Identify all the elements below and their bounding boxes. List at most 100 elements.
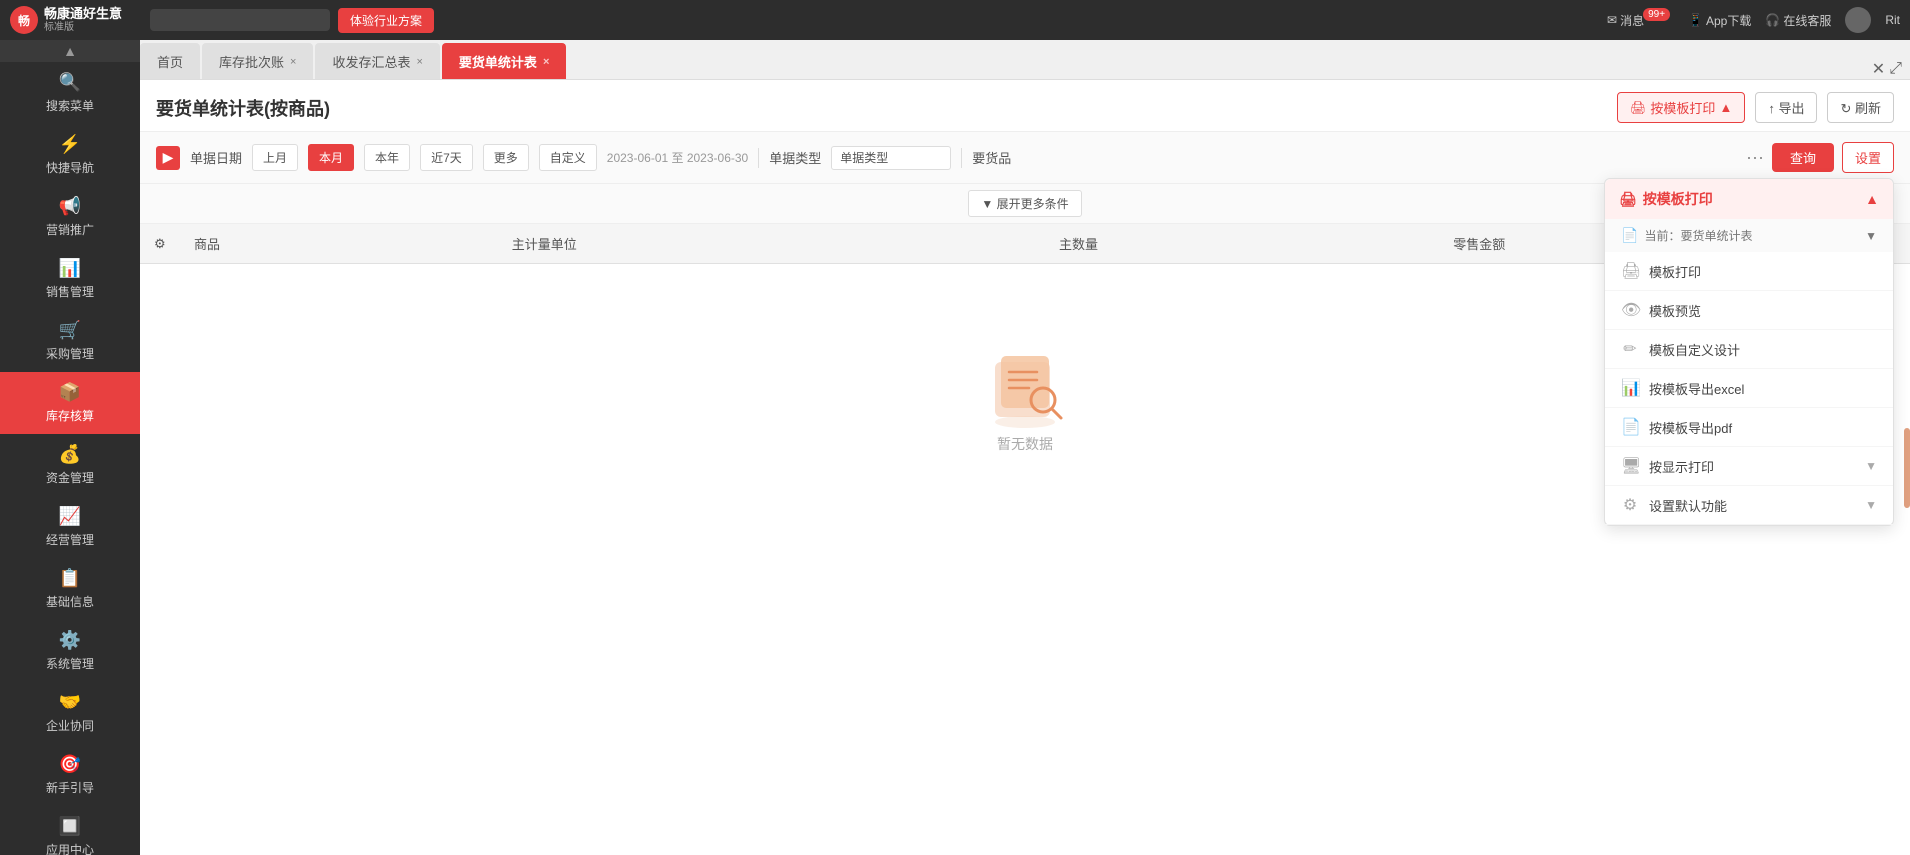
date-more-btn[interactable]: 更多 [483,144,529,171]
page-content: 要货单统计表(按商品) 🖨 按模板打印 ▲ ↑ 导出 ↻ 刷新 [140,80,1910,855]
dropdown-item-template-preview[interactable]: 👁 模板预览 [1605,291,1893,330]
order-goods-label: 要货品 [972,148,1011,167]
query-btn[interactable]: 查询 [1772,143,1834,172]
print-template-btn[interactable]: 🖨 按模板打印 ▲ [1617,92,1745,123]
expand-more-btn[interactable]: ▼ 展开更多条件 [968,190,1081,217]
tab-order-stats-close[interactable]: × [543,56,549,68]
search-input[interactable] [150,9,330,31]
username: Rit [1885,13,1900,27]
sidebar-item-operations[interactable]: 📈 经营管理 [0,496,140,558]
sidebar-label-basic: 基础信息 [46,593,94,610]
dropdown-template-pdf-label: 按模板导出pdf [1649,418,1732,437]
dropdown-current-chevron[interactable]: ▼ [1865,229,1877,243]
avatar[interactable] [1845,7,1871,33]
export-btn[interactable]: ↑ 导出 [1755,92,1817,123]
sidebar-item-appstore[interactable]: 🔲 应用中心 [0,806,140,855]
filter-expand-icon[interactable]: ▶ [156,146,180,170]
tab-home-label: 首页 [157,52,183,71]
dropdown-chevron-up-icon[interactable]: ▲ [1865,191,1879,207]
sidebar-item-inventory[interactable]: 📦 库存核算 [0,372,140,434]
table-col-settings[interactable]: ⚙ [140,224,180,264]
dropdown-display-print[interactable]: 🖥 按显示打印 ▼ [1605,447,1893,486]
appstore-icon: 🔲 [59,816,81,837]
collab-icon: 🤝 [59,692,81,713]
sidebar-label-collab: 企业协同 [46,717,94,734]
table-settings-icon[interactable]: ⚙ [154,236,166,251]
dropdown-set-default-icon: ⚙ [1621,495,1639,515]
search-menu-icon: 🔍 [59,72,81,93]
dropdown-header-left: 🖨 按模板打印 [1619,189,1713,209]
date-current-month-btn[interactable]: 本月 [308,144,354,171]
sidebar-label-system: 系统管理 [46,655,94,672]
sidebar-label-search-menu: 搜索菜单 [46,97,94,114]
dropdown-display-print-left: 🖥 按显示打印 [1621,456,1714,476]
dropdown-template-pdf-icon: 📄 [1621,417,1639,437]
tab-collection-summary-close[interactable]: × [416,56,422,68]
dropdown-template-excel-label: 按模板导出excel [1649,379,1744,398]
dropdown-header: 🖨 按模板打印 ▲ [1605,179,1893,219]
sidebar-scroll-up[interactable]: ▲ [0,40,140,62]
dropdown-item-template-print[interactable]: 🖨 模板打印 [1605,252,1893,291]
dropdown-set-default[interactable]: ⚙ 设置默认功能 ▼ [1605,486,1893,525]
online-service-btn[interactable]: 🎧 在线客服 [1765,12,1831,29]
date-7days-btn[interactable]: 近7天 [420,144,473,171]
tab-close-all-icon[interactable]: ✕ [1872,59,1885,79]
tab-bar: 首页 库存批次账 × 收发存汇总表 × 要货单统计表 × ✕ ⤢ [140,40,1910,80]
message-badge: 99+ [1643,8,1670,21]
settings-btn[interactable]: 设置 [1842,142,1894,173]
date-prev-month-btn[interactable]: 上月 [252,144,298,171]
filter-divider-1 [758,148,759,168]
right-scrollbar[interactable] [1904,428,1910,508]
date-label: 单据日期 [190,148,242,167]
sidebar-item-sales[interactable]: 📊 销售管理 [0,248,140,310]
print-chevron-icon: ▲ [1719,100,1732,115]
phone-icon: 📱 [1688,13,1703,27]
refresh-label: 刷新 [1855,101,1881,116]
expand-more-label: 展开更多条件 [997,197,1069,211]
dropdown-template-preview-icon: 👁 [1621,300,1639,320]
sidebar-item-purchase[interactable]: 🛒 采购管理 [0,310,140,372]
dropdown-template-design-label: 模板自定义设计 [1649,340,1740,359]
date-range-display: 2023-06-01 至 2023-06-30 [607,149,748,166]
tab-batch-account-close[interactable]: × [290,56,296,68]
sidebar-item-basic[interactable]: 📋 基础信息 [0,558,140,620]
dropdown-item-template-design[interactable]: ✏ 模板自定义设计 [1605,330,1893,369]
tab-batch-account-label: 库存批次账 [219,52,284,71]
tab-collection-summary[interactable]: 收发存汇总表 × [315,43,439,79]
tab-home[interactable]: 首页 [140,43,200,79]
tab-order-stats[interactable]: 要货单统计表 × [442,43,566,79]
message-btn[interactable]: ✉ 消息 99+ [1607,12,1674,29]
dropdown-current-template[interactable]: 📄 当前：要货单统计表 ▼ [1605,219,1893,252]
more-options-icon[interactable]: ··· [1746,147,1764,168]
sidebar-item-guide[interactable]: 🎯 新手引导 [0,744,140,806]
dropdown-template-print-label: 模板打印 [1649,262,1701,281]
tab-batch-account[interactable]: 库存批次账 × [202,43,313,79]
sidebar-item-shortcut[interactable]: ⚡ 快捷导航 [0,124,140,186]
industry-btn[interactable]: 体验行业方案 [338,8,434,33]
tab-bar-right: ✕ ⤢ [1872,59,1910,79]
sidebar-item-collab[interactable]: 🤝 企业协同 [0,682,140,744]
refresh-btn[interactable]: ↻ 刷新 [1827,92,1894,123]
online-service-label: 在线客服 [1783,12,1831,29]
filter-bar: ▶ 单据日期 上月 本月 本年 近7天 更多 自定义 2023-06-01 至 … [140,132,1910,184]
inventory-icon: 📦 [59,382,81,403]
dropdown-set-default-chevron: ▼ [1865,498,1877,512]
logo-text: 畅康通好生意 标准版 [44,6,122,34]
sidebar-item-marketing[interactable]: 📢 营销推广 [0,186,140,248]
dropdown-item-template-excel[interactable]: 📊 按模板导出excel [1605,369,1893,408]
sidebar-item-finance[interactable]: 💰 资金管理 [0,434,140,496]
tab-maximize-icon[interactable]: ⤢ [1889,60,1902,78]
export-icon: ↑ [1768,101,1775,116]
system-icon: ⚙️ [59,630,81,651]
date-current-year-btn[interactable]: 本年 [364,144,410,171]
export-label: 导出 [1778,101,1804,116]
logo-area: 畅 畅康通好生意 标准版 [10,6,150,34]
date-custom-btn[interactable]: 自定义 [539,144,597,171]
sidebar-item-system[interactable]: ⚙️ 系统管理 [0,620,140,682]
dropdown-item-template-pdf[interactable]: 📄 按模板导出pdf [1605,408,1893,447]
headset-icon: 🎧 [1765,13,1780,27]
sidebar-item-search-menu[interactable]: 🔍 搜索菜单 [0,62,140,124]
app-download-btn[interactable]: 📱 App下载 [1688,12,1751,29]
order-type-select[interactable]: 单据类型 [831,146,951,170]
sidebar-label-guide: 新手引导 [46,779,94,796]
